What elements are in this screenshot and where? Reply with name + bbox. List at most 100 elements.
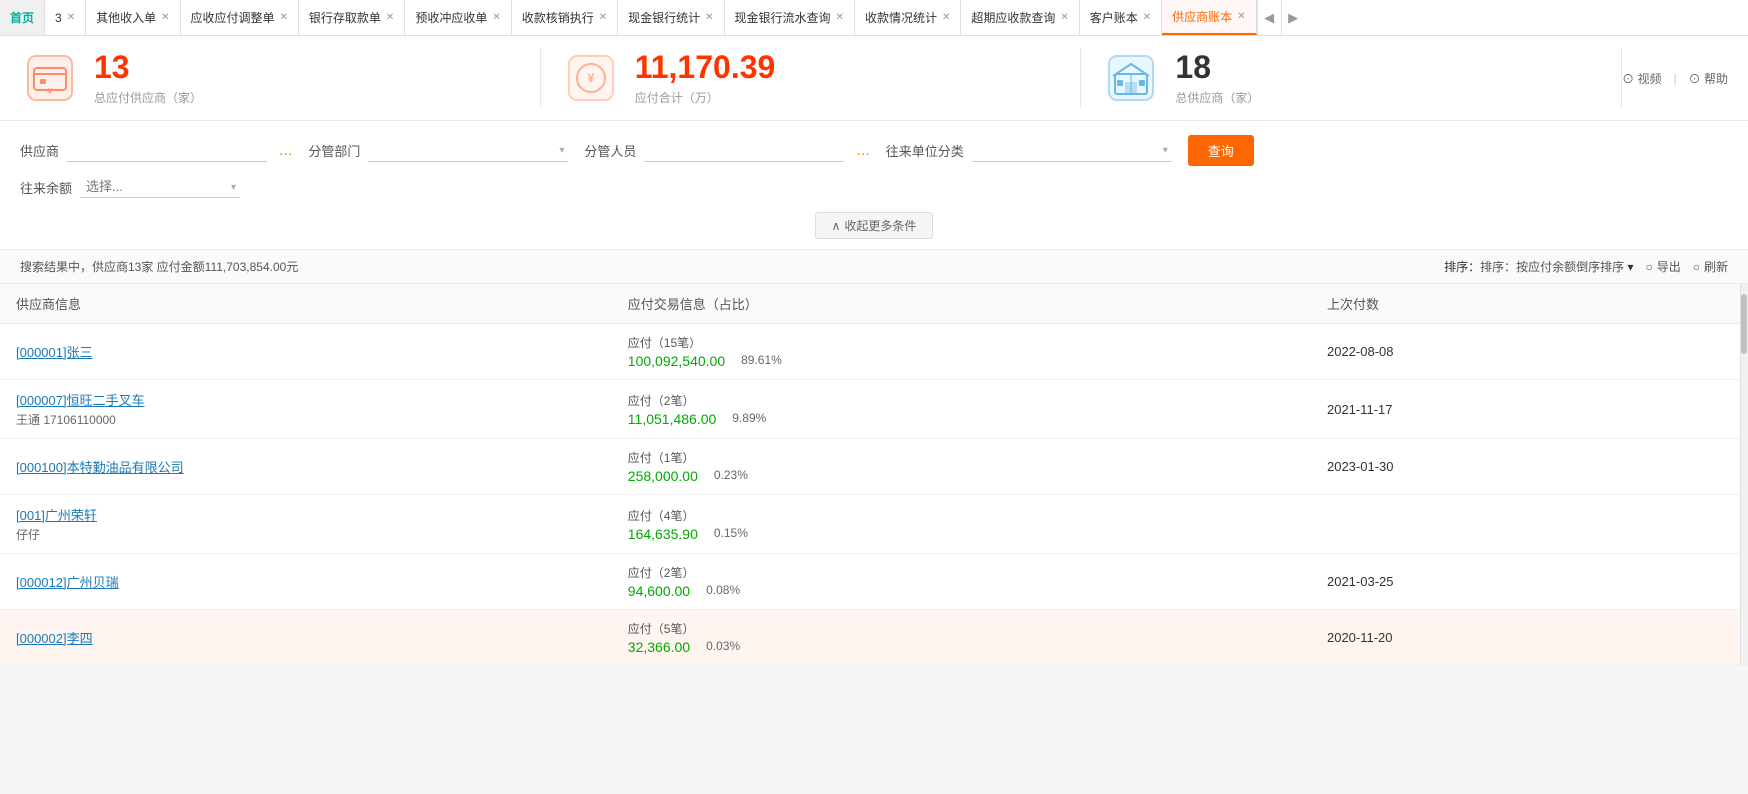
nav-item-customer-account[interactable]: 客户账本 ✕ <box>1080 0 1162 35</box>
filter-item-balance: 往来余额 ▾ <box>20 176 240 198</box>
close-icon[interactable]: ✕ <box>1143 12 1151 23</box>
table-head: 供应商信息 应付交易信息（占比） 上次付数 <box>0 284 1748 324</box>
last-pay-date-cell: 2021-11-17 <box>1311 380 1748 439</box>
collapse-button[interactable]: ∧ 收起更多条件 <box>815 212 934 239</box>
collapse-label: 收起更多条件 <box>844 217 916 234</box>
close-icon[interactable]: ✕ <box>1060 12 1068 23</box>
nav-item-overdue-query[interactable]: 超期应收款查询 ✕ <box>961 0 1079 35</box>
help-icon: ⊙ <box>1689 72 1701 86</box>
close-icon[interactable]: ✕ <box>705 12 713 23</box>
summary-number-payable: 13 <box>94 50 202 85</box>
supplier-sub-info: 仔仔 <box>16 526 596 543</box>
category-filter-label: 往来单位分类 <box>886 141 964 160</box>
nav-item-prepay-offset[interactable]: 预收冲应收单 ✕ <box>405 0 511 35</box>
supplier-link[interactable]: [000002]李四 <box>16 631 93 646</box>
summary-number-total-suppliers: 18 <box>1175 50 1259 85</box>
summary-right-links: ⊙ 视频 | ⊙ 帮助 <box>1622 48 1728 108</box>
supplier-input[interactable] <box>67 140 267 162</box>
nav-item-cash-flow[interactable]: 现金银行流水查询 ✕ <box>725 0 855 35</box>
tx-amount[interactable]: 258,000.00 <box>628 468 698 484</box>
filter-item-category: 往来单位分类 ▾ <box>886 140 1172 162</box>
close-icon[interactable]: ✕ <box>836 12 844 23</box>
tx-label: 应付（1笔） <box>628 449 1295 466</box>
supplier-link[interactable]: [000100]本特勤油品有限公司 <box>16 460 184 475</box>
nav-item-bank-deposit[interactable]: 银行存取款单 ✕ <box>299 0 405 35</box>
tx-amount[interactable]: 32,366.00 <box>628 639 690 655</box>
supplier-link[interactable]: [000001]张三 <box>16 345 93 360</box>
close-icon[interactable]: ✕ <box>492 12 500 23</box>
summary-label-total-suppliers: 总供应商（家） <box>1175 89 1259 106</box>
tx-amount[interactable]: 94,600.00 <box>628 583 690 599</box>
tx-cell: 应付（2笔）94,600.000.08% <box>612 554 1311 610</box>
data-table: 供应商信息 应付交易信息（占比） 上次付数 [000001]张三应付（15笔）1… <box>0 284 1748 666</box>
filter-row-1: 供应商 ... 分管部门 ▾ 分管人员 ... 往来单位分类 ▾ 查询 <box>20 135 1728 166</box>
close-icon[interactable]: ✕ <box>599 12 607 23</box>
balance-filter-label: 往来余额 <box>20 178 72 197</box>
close-icon[interactable]: ✕ <box>942 12 950 23</box>
nav-item-cash-bank-stat[interactable]: 现金银行统计 ✕ <box>618 0 724 35</box>
video-link[interactable]: ⊙ 视频 <box>1622 70 1661 87</box>
nav-item-3[interactable]: 3 ✕ <box>45 0 86 35</box>
tx-percent: 9.89% <box>732 411 766 425</box>
nav-label: 首页 <box>10 9 34 26</box>
close-icon[interactable]: ✕ <box>386 12 394 23</box>
nav-label: 供应商账本 <box>1172 8 1232 25</box>
supplier-link[interactable]: [000007]恒旺二手叉车 <box>16 393 145 408</box>
category-input[interactable] <box>972 140 1172 162</box>
col-header-tx: 应付交易信息（占比） <box>612 284 1311 324</box>
supplier-link[interactable]: [000012]广州贝瑞 <box>16 575 119 590</box>
refresh-button[interactable]: ○ 刷新 <box>1693 258 1728 275</box>
export-button[interactable]: ○ 导出 <box>1645 258 1680 275</box>
tx-percent: 0.08% <box>706 583 740 597</box>
tx-label: 应付（5笔） <box>628 620 1295 637</box>
summary-card-total-suppliers: 18 总供应商（家） <box>1081 48 1622 108</box>
video-icon: ⊙ <box>1622 72 1634 86</box>
nav-item-collection-exec[interactable]: 收款核销执行 ✕ <box>512 0 618 35</box>
table-container: 供应商信息 应付交易信息（占比） 上次付数 [000001]张三应付（15笔）1… <box>0 284 1748 666</box>
supplier-cell: [000001]张三 <box>0 324 612 380</box>
last-pay-date-cell <box>1311 495 1748 554</box>
supplier-dots-button[interactable]: ... <box>279 142 292 160</box>
filter-item-dept: 分管部门 ▾ <box>308 140 568 162</box>
close-icon[interactable]: ✕ <box>280 12 288 23</box>
nav-item-supplier-account[interactable]: 供应商账本 ✕ <box>1162 0 1256 35</box>
scroll-track[interactable] <box>1740 284 1748 666</box>
nav-label: 现金银行统计 <box>628 9 700 26</box>
nav-item-home[interactable]: 首页 <box>0 0 45 35</box>
tx-percent: 0.23% <box>714 468 748 482</box>
person-input[interactable] <box>644 140 844 162</box>
total-suppliers-icon <box>1101 48 1161 108</box>
filter-area: 供应商 ... 分管部门 ▾ 分管人员 ... 往来单位分类 ▾ 查询 <box>0 121 1748 250</box>
nav-item-collection-stat[interactable]: 收款情况统计 ✕ <box>855 0 961 35</box>
table-row: [000100]本特勤油品有限公司应付（1笔）258,000.000.23%20… <box>0 439 1748 495</box>
help-link[interactable]: ⊙ 帮助 <box>1689 70 1728 87</box>
tx-amount[interactable]: 164,635.90 <box>628 526 698 542</box>
person-dots-button[interactable]: ... <box>856 142 869 160</box>
nav-next-arrow[interactable]: ▶ <box>1281 0 1305 35</box>
close-icon[interactable]: ✕ <box>1237 11 1245 22</box>
nav-item-other-income[interactable]: 其他收入单 ✕ <box>86 0 180 35</box>
supplier-cell: [000012]广州贝瑞 <box>0 554 612 610</box>
supplier-link[interactable]: [001]广州荣轩 <box>16 508 97 523</box>
query-button[interactable]: 查询 <box>1188 135 1254 166</box>
dept-input[interactable] <box>368 140 568 162</box>
tx-cell: 应付（5笔）32,366.000.03% <box>612 610 1311 666</box>
nav-item-ar-ap-adjust[interactable]: 应收应付调整单 ✕ <box>181 0 299 35</box>
scroll-thumb[interactable] <box>1741 294 1747 354</box>
person-filter-label: 分管人员 <box>584 141 636 160</box>
close-icon[interactable]: ✕ <box>161 12 169 23</box>
tx-amount[interactable]: 100,092,540.00 <box>628 353 725 369</box>
balance-input[interactable] <box>80 176 240 198</box>
close-icon[interactable]: ✕ <box>67 12 75 23</box>
sort-chevron-down-icon[interactable]: ▾ <box>1627 260 1633 274</box>
nav-label: 客户账本 <box>1090 9 1138 26</box>
top-nav: 首页 3 ✕ 其他收入单 ✕ 应收应付调整单 ✕ 银行存取款单 ✕ 预收冲应收单… <box>0 0 1748 36</box>
nav-label: 收款核销执行 <box>522 9 594 26</box>
filter-item-person: 分管人员 ... <box>584 140 869 162</box>
nav-prev-arrow[interactable]: ◀ <box>1257 0 1281 35</box>
table-body: [000001]张三应付（15笔）100,092,540.0089.61%202… <box>0 324 1748 666</box>
summary-card-suppliers-payable: ¥ 13 总应付供应商（家） <box>20 48 541 108</box>
tx-amount[interactable]: 11,051,486.00 <box>628 411 717 427</box>
filter-row-2: 往来余额 ▾ <box>20 176 1728 198</box>
table-wrapper: 供应商信息 应付交易信息（占比） 上次付数 [000001]张三应付（15笔）1… <box>0 284 1748 666</box>
